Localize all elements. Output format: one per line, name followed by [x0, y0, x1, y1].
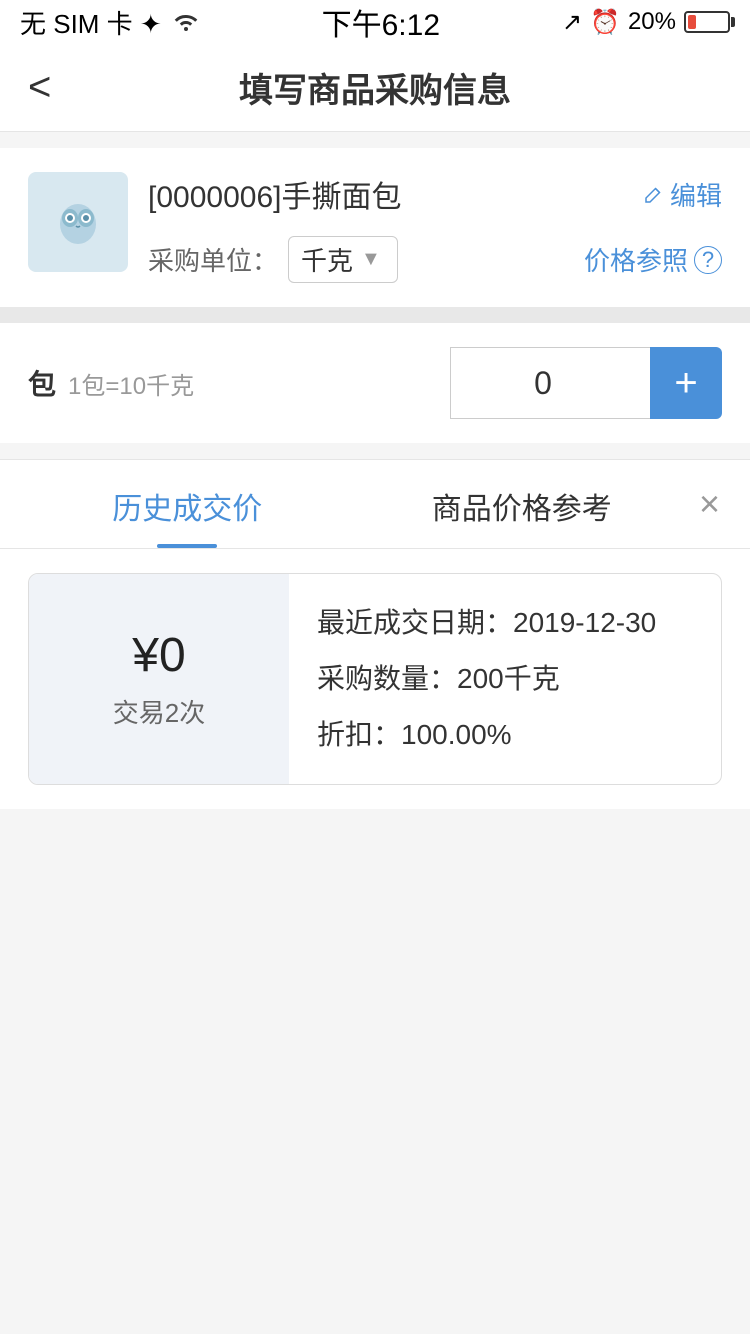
- quantity-row: 包 1包=10千克 +: [0, 323, 750, 443]
- unit-value: 千克: [301, 241, 353, 278]
- product-card: [0000006]手撕面包 编辑 采购单位： 千克 ▼ 价格参照 ?: [0, 148, 750, 307]
- product-header: [0000006]手撕面包 编辑 采购单位： 千克 ▼ 价格参照 ?: [28, 172, 722, 283]
- section-divider: [0, 307, 750, 323]
- unit-note: 1包=10千克: [68, 366, 194, 401]
- unit-badge: 包: [28, 363, 56, 403]
- recent-date-label: 最近成交日期：: [317, 607, 513, 638]
- recent-date-value: 2019-12-30: [513, 607, 656, 638]
- status-right: ↗ ⏰ 20%: [562, 8, 730, 37]
- status-bar: 无 SIM 卡 ✦ 下午6:12 ↗ ⏰ 20%: [0, 0, 750, 44]
- discount-label: 折扣：: [317, 719, 401, 750]
- purchase-qty-value: 200千克: [457, 663, 560, 694]
- price-value: 0: [159, 629, 186, 682]
- product-name: [0000006]手撕面包: [148, 172, 401, 216]
- tab-history-price[interactable]: 历史成交价: [20, 460, 354, 548]
- price-ref-button[interactable]: 价格参照 ?: [584, 241, 722, 278]
- nav-bar: < 填写商品采购信息: [0, 44, 750, 132]
- product-name-row: [0000006]手撕面包 编辑: [148, 172, 722, 216]
- discount-value: 100.00%: [401, 719, 512, 750]
- battery-icon: [684, 11, 730, 33]
- product-unit-row: 采购单位： 千克 ▼ 价格参照 ?: [148, 236, 722, 283]
- page-title: 填写商品采购信息: [239, 63, 511, 112]
- product-thumbnail: [28, 172, 128, 272]
- purchase-qty-row: 采购数量：200千克: [317, 658, 693, 700]
- edit-label: 编辑: [670, 176, 722, 213]
- status-left: 无 SIM 卡 ✦: [20, 4, 200, 41]
- history-trade-count: 交易2次: [113, 693, 205, 730]
- purchase-qty-label: 采购数量：: [317, 663, 457, 694]
- dropdown-arrow-icon: ▼: [361, 248, 381, 271]
- unit-select[interactable]: 千克 ▼: [288, 236, 398, 283]
- recent-date-row: 最近成交日期：2019-12-30: [317, 602, 693, 644]
- history-content: ¥0 交易2次 最近成交日期：2019-12-30 采购数量：200千克 折扣：…: [0, 549, 750, 809]
- price-ref-label: 价格参照: [584, 241, 688, 278]
- history-price: ¥0: [132, 628, 185, 683]
- history-card: ¥0 交易2次 最近成交日期：2019-12-30 采购数量：200千克 折扣：…: [28, 573, 722, 785]
- edit-link[interactable]: 编辑: [642, 176, 722, 213]
- panel-close-button[interactable]: ×: [689, 473, 730, 535]
- quantity-plus-button[interactable]: +: [650, 347, 722, 419]
- help-icon: ?: [694, 246, 722, 274]
- thumb-inner: [48, 190, 108, 254]
- history-card-right: 最近成交日期：2019-12-30 采购数量：200千克 折扣：100.00%: [289, 574, 721, 784]
- alarm-icon: ⏰: [590, 8, 620, 37]
- currency-symbol: ¥: [132, 629, 159, 682]
- back-button[interactable]: <: [28, 65, 51, 110]
- panel-tabs: 历史成交价 商品价格参考 ×: [0, 460, 750, 549]
- quantity-input-wrap: +: [450, 347, 722, 419]
- tab-product-price-ref[interactable]: 商品价格参考: [354, 460, 688, 548]
- battery-fill: [688, 15, 696, 29]
- battery-pct: 20%: [628, 8, 676, 36]
- quantity-input[interactable]: [450, 347, 650, 419]
- price-panel: 历史成交价 商品价格参考 × ¥0 交易2次 最近成交日期：2019-12-30…: [0, 459, 750, 809]
- quantity-label-wrap: 包 1包=10千克: [28, 363, 194, 403]
- wifi-icon: [172, 7, 200, 38]
- history-card-left: ¥0 交易2次: [29, 574, 289, 784]
- location-icon: ↗: [562, 8, 582, 37]
- discount-row: 折扣：100.00%: [317, 714, 693, 756]
- signal-text: 无 SIM 卡 ✦: [20, 4, 162, 41]
- unit-label: 采购单位：: [148, 241, 278, 278]
- product-info: [0000006]手撕面包 编辑 采购单位： 千克 ▼ 价格参照 ?: [148, 172, 722, 283]
- status-time: 下午6:12: [322, 0, 440, 44]
